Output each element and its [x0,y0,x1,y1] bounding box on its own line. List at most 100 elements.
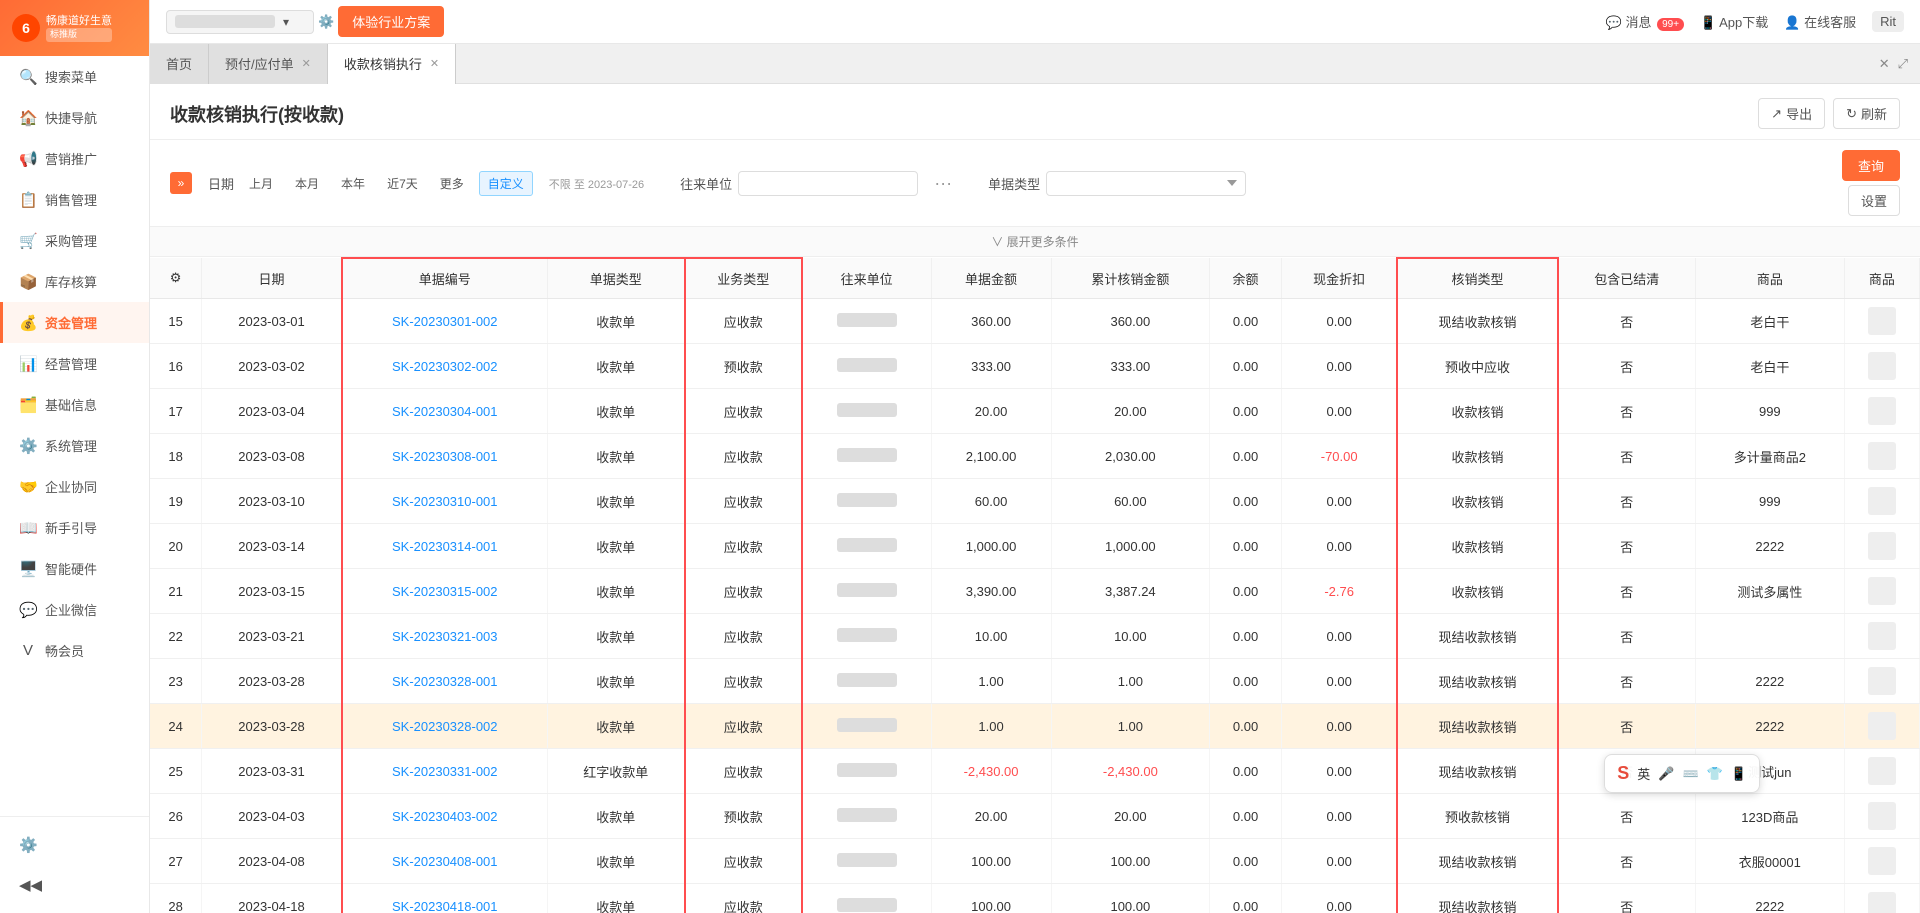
expand-tabs-icon[interactable]: ⤢ [1898,56,1908,72]
date-custom-btn[interactable]: 自定义 [479,171,533,196]
sidebar-icon-wechat: 💬 [19,601,37,619]
tab-home[interactable]: 首页 [150,44,209,84]
sidebar-item-sales[interactable]: 📋 销售管理 [0,179,149,220]
date-quick-btn-上月[interactable]: 上月 [240,171,282,196]
tab-collection[interactable]: 收款核销执行✕ [328,44,456,84]
tab-prepay[interactable]: 预付/应付单✕ [209,44,328,84]
sidebar-label-inventory: 库存核算 [45,272,97,291]
sidebar-settings[interactable]: ⚙️ [0,825,149,865]
sidebar-item-system[interactable]: ⚙️ 系统管理 [0,425,149,466]
refresh-btn[interactable]: ↻ 刷新 [1833,98,1900,129]
company-selector[interactable]: ▾ [166,10,314,34]
sk-no-link[interactable]: SK-20230328-002 [392,719,498,734]
sk-no-link[interactable]: SK-20230321-003 [392,629,498,644]
sidebar-item-inventory[interactable]: 📦 库存核算 [0,261,149,302]
date-quick-btn-近7天[interactable]: 近7天 [378,171,427,196]
cell-goods: 测试多属性 [1695,569,1844,614]
goods-thumbnail [1868,847,1896,875]
industry-solution-btn[interactable]: 体验行业方案 [338,6,444,37]
goods-thumbnail [1868,712,1896,740]
gear-settings-icon[interactable]: ⚙️ [318,14,334,30]
sk-no-link[interactable]: SK-20230308-001 [392,449,498,464]
sidebar-item-purchase[interactable]: 🛒 采购管理 [0,220,149,261]
sk-no-link[interactable]: SK-20230408-001 [392,854,498,869]
cell-amount: 100.00 [931,884,1051,913]
cell-biz-type: 应收款 [685,659,802,704]
cell-cash-discount: -2.76 [1281,569,1397,614]
cell-receipt-type: 收款单 [547,389,685,434]
ime-mic-icon[interactable]: 🎤 [1658,766,1674,782]
cell-sk-no: SK-20230308-001 [342,434,547,479]
sidebar-item-hardware[interactable]: 🖥️ 智能硬件 [0,548,149,589]
ime-shirt-icon[interactable]: 👕 [1707,766,1723,782]
receipt-type-select[interactable] [1046,171,1246,196]
tab-close-collection[interactable]: ✕ [430,57,439,70]
expand-more-bar[interactable]: ∨ 展开更多条件 [150,227,1920,257]
close-all-tabs-icon[interactable]: ✕ [1879,56,1890,72]
tab-close-prepay[interactable]: ✕ [302,57,311,70]
col-header-biz-type[interactable]: 业务类型 [685,258,802,299]
partner-value [837,313,897,327]
cell-idx: 16 [150,344,202,389]
sidebar-item-quicknav[interactable]: 🏠 快捷导航 [0,97,149,138]
sk-no-link[interactable]: SK-20230403-002 [392,809,498,824]
date-quick-btn-本月[interactable]: 本月 [286,171,328,196]
cell-cash-discount: 0.00 [1281,704,1397,749]
col-header-partner[interactable]: 往来单位 [802,258,931,299]
date-quick-btn-更多[interactable]: 更多 [431,171,473,196]
col-header-balance[interactable]: 余额 [1210,258,1282,299]
col-header-include-settled[interactable]: 包含已结清 [1558,258,1696,299]
sk-no-link[interactable]: SK-20230304-001 [392,404,498,419]
col-header-total-cancel[interactable]: 累计核销金额 [1051,258,1210,299]
sk-no-link[interactable]: SK-20230302-002 [392,359,498,374]
export-btn[interactable]: ↗ 导出 [1758,98,1825,129]
date-quick-btn-本年[interactable]: 本年 [332,171,374,196]
col-header-cancel-type[interactable]: 核销类型 [1397,258,1557,299]
col-header-receipt-type[interactable]: 单据类型 [547,258,685,299]
sidebar-collapse[interactable]: ◀◀ [0,865,149,905]
settings-btn[interactable]: 设置 [1848,185,1900,216]
sidebar-item-guide[interactable]: 📖 新手引导 [0,507,149,548]
sidebar-item-collab[interactable]: 🤝 企业协同 [0,466,149,507]
app-download-item[interactable]: 📱 App下载 [1700,12,1768,31]
cell-biz-type: 应收款 [685,614,802,659]
partner-value [837,493,897,507]
page-header: 收款核销执行(按收款) ↗ 导出 ↻ 刷新 [150,84,1920,140]
sidebar-item-search[interactable]: 🔍 搜索菜单 [0,56,149,97]
sk-no-link[interactable]: SK-20230331-002 [392,764,498,779]
cell-date: 2023-04-18 [202,884,342,913]
sidebar-item-basic[interactable]: 🗂️ 基础信息 [0,384,149,425]
col-header-goods-img[interactable]: 商品 [1844,258,1919,299]
col-header-date[interactable]: 日期 [202,258,342,299]
ime-keyboard-icon[interactable]: ⌨️ [1682,766,1698,782]
sidebar-item-operations[interactable]: 📊 经营管理 [0,343,149,384]
sk-no-link[interactable]: SK-20230418-001 [392,899,498,913]
col-header-amount[interactable]: 单据金额 [931,258,1051,299]
message-item[interactable]: 💬 消息 99+ [1606,12,1684,31]
online-service-item[interactable]: 👤 在线客服 [1784,12,1856,31]
more-filters-dots[interactable]: ··· [934,173,952,194]
col-header-sk-no[interactable]: 单据编号 [342,258,547,299]
query-btn[interactable]: 查询 [1842,150,1900,181]
cell-receipt-type: 收款单 [547,704,685,749]
col-header-goods[interactable]: 商品 [1695,258,1844,299]
sk-no-link[interactable]: SK-20230315-002 [392,584,498,599]
cell-partner [802,299,931,344]
sk-no-link[interactable]: SK-20230314-001 [392,539,498,554]
user-avatar[interactable]: Rit [1872,11,1904,32]
partner-input[interactable] [738,171,918,196]
filter-toggle-btn[interactable]: » [170,172,192,194]
col-header-idx[interactable]: ⚙ [150,258,202,299]
sidebar-item-wechat[interactable]: 💬 企业微信 [0,589,149,630]
sk-no-link[interactable]: SK-20230301-002 [392,314,498,329]
sk-no-link[interactable]: SK-20230328-001 [392,674,498,689]
sidebar-item-finance[interactable]: 💰 资金管理 [0,302,149,343]
col-header-cash-discount[interactable]: 现金折扣 [1281,258,1397,299]
sidebar-icon-finance: 💰 [19,314,37,332]
sidebar-item-marketing[interactable]: 📢 营销推广 [0,138,149,179]
sidebar-item-member[interactable]: V 畅会员 [0,630,149,671]
sk-no-link[interactable]: SK-20230310-001 [392,494,498,509]
cell-goods-img [1844,434,1919,479]
table-row: 26 2023-04-03 SK-20230403-002 收款单 预收款 20… [150,794,1920,839]
ime-grid-icon[interactable]: 📱 [1731,766,1747,782]
